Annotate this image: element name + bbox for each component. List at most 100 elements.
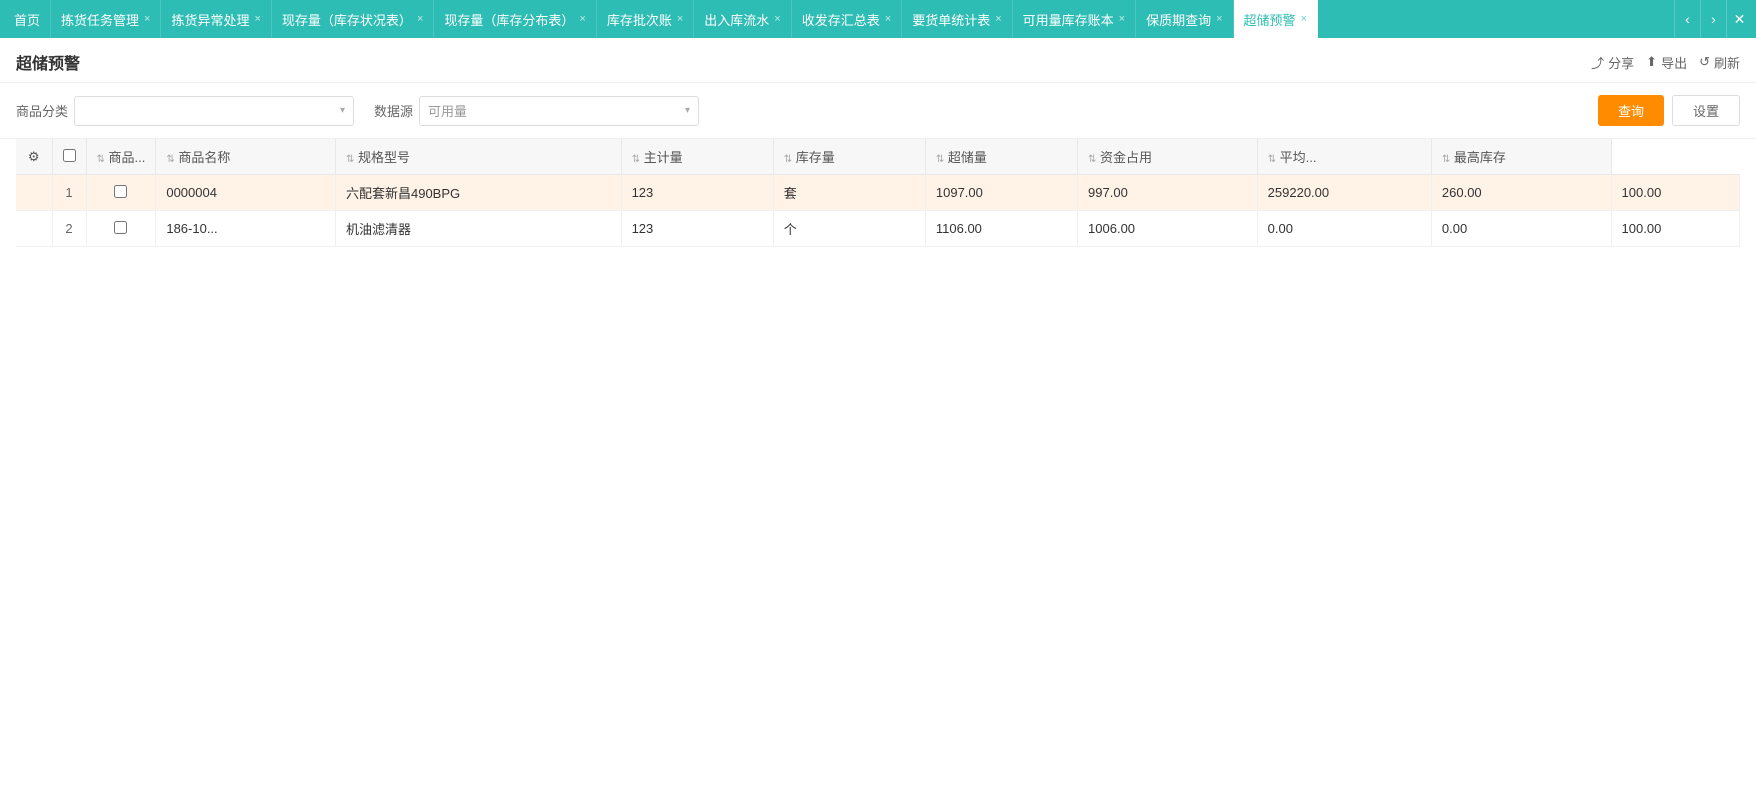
datasource-select[interactable]: 可用量 ▾ (419, 96, 699, 126)
sort-icon: ⇅ (632, 154, 640, 165)
topbar-arrows: ‹ › ✕ (1674, 0, 1752, 38)
datasource-dropdown-icon: ▾ (685, 105, 690, 116)
export-icon: ⬆ (1646, 54, 1657, 70)
row-unit: 个 (773, 211, 925, 247)
row-product-name: 六配套新昌490BPG (335, 175, 621, 211)
topbar-item-0[interactable]: 首页 (4, 0, 51, 38)
col-avg[interactable]: ⇅ 平均... (1257, 139, 1431, 175)
row-index: 2 (52, 211, 86, 247)
topbar-item-10[interactable]: 保质期查询× (1136, 0, 1233, 38)
data-table: ⚙ ⇅ 商品... ⇅ 商品名称 ⇅ 规格型号 (16, 139, 1740, 247)
topbar-item-9[interactable]: 可用量库存账本× (1013, 0, 1136, 38)
row-checkbox-cell[interactable] (86, 175, 156, 211)
table-row: 2 186-10... 机油滤清器 123 个 1106.00 1006.00 … (16, 211, 1740, 247)
filter-actions: 查询 设置 (1598, 95, 1740, 126)
tab-close-icon-2[interactable]: × (254, 13, 260, 25)
datasource-filter: 数据源 可用量 ▾ (374, 96, 699, 126)
category-filter: 商品分类 ▾ (16, 96, 354, 126)
tab-close-icon-8[interactable]: × (995, 13, 1001, 25)
col-over-stock[interactable]: ⇅ 超储量 (925, 139, 1077, 175)
topbar: 首页拣货任务管理×拣货异常处理×现存量（库存状况表）×现存量（库存分布表）×库存… (0, 0, 1756, 38)
tab-close-icon-10[interactable]: × (1216, 13, 1222, 25)
row-unit: 套 (773, 175, 925, 211)
refresh-button[interactable]: ↺ 刷新 (1699, 53, 1740, 72)
row-checkbox-1[interactable] (114, 221, 127, 234)
col-product-name[interactable]: ⇅ 商品名称 (156, 139, 336, 175)
nav-next-button[interactable]: › (1700, 0, 1726, 38)
topbar-item-4[interactable]: 现存量（库存分布表）× (434, 0, 596, 38)
col-max-stock[interactable]: ⇅ 最高库存 (1431, 139, 1611, 175)
row-capital: 0.00 (1257, 211, 1431, 247)
category-select[interactable]: ▾ (74, 96, 354, 126)
row-over-stock: 997.00 (1078, 175, 1258, 211)
col-product-code[interactable]: ⇅ 商品... (86, 139, 156, 175)
topbar-item-7[interactable]: 收发存汇总表× (792, 0, 902, 38)
row-capital: 259220.00 (1257, 175, 1431, 211)
topbar-item-11[interactable]: 超储预警× (1234, 0, 1318, 38)
sort-icon: ⇅ (784, 154, 792, 165)
topbar-item-5[interactable]: 库存批次账× (597, 0, 694, 38)
row-max-stock: 100.00 (1611, 175, 1739, 211)
page-actions: ⤴ 分享 ⬆ 导出 ↺ 刷新 (1591, 53, 1740, 72)
export-button[interactable]: ⬆ 导出 (1646, 53, 1687, 72)
row-stock: 1106.00 (925, 211, 1077, 247)
row-checkbox-0[interactable] (114, 185, 127, 198)
col-checkbox[interactable] (52, 139, 86, 175)
tab-close-icon-1[interactable]: × (144, 13, 150, 25)
table-wrapper: ⚙ ⇅ 商品... ⇅ 商品名称 ⇅ 规格型号 (0, 139, 1756, 247)
row-avg: 0.00 (1431, 211, 1611, 247)
query-button[interactable]: 查询 (1598, 95, 1664, 126)
share-label: 分享 (1608, 53, 1634, 72)
tab-close-icon-5[interactable]: × (677, 13, 683, 25)
row-product-code: 186-10... (156, 211, 336, 247)
tab-close-icon-7[interactable]: × (885, 13, 891, 25)
topbar-item-6[interactable]: 出入库流水× (694, 0, 791, 38)
tab-close-icon-4[interactable]: × (579, 13, 585, 25)
refresh-label: 刷新 (1714, 53, 1740, 72)
nav-prev-button[interactable]: ‹ (1674, 0, 1700, 38)
col-gear[interactable]: ⚙ (16, 139, 52, 175)
tab-close-icon-6[interactable]: × (774, 13, 780, 25)
col-unit[interactable]: ⇅ 主计量 (621, 139, 773, 175)
nav-close-button[interactable]: ✕ (1726, 0, 1752, 38)
row-product-code: 0000004 (156, 175, 336, 211)
row-max-stock: 100.00 (1611, 211, 1739, 247)
page-content: 超储预警 ⤴ 分享 ⬆ 导出 ↺ 刷新 商品分类 ▾ 数据源 (0, 38, 1756, 800)
tab-close-icon-9[interactable]: × (1119, 13, 1125, 25)
page-header: 超储预警 ⤴ 分享 ⬆ 导出 ↺ 刷新 (0, 38, 1756, 83)
filter-row: 商品分类 ▾ 数据源 可用量 ▾ 查询 设置 (0, 83, 1756, 139)
category-label: 商品分类 (16, 101, 68, 120)
page-title: 超储预警 (16, 50, 80, 74)
table-header-row: ⚙ ⇅ 商品... ⇅ 商品名称 ⇅ 规格型号 (16, 139, 1740, 175)
sort-icon: ⇅ (1442, 154, 1450, 165)
col-stock[interactable]: ⇅ 库存量 (773, 139, 925, 175)
col-capital[interactable]: ⇅ 资金占用 (1078, 139, 1258, 175)
export-label: 导出 (1661, 53, 1687, 72)
topbar-item-3[interactable]: 现存量（库存状况表）× (272, 0, 434, 38)
topbar-item-8[interactable]: 要货单统计表× (902, 0, 1012, 38)
col-spec[interactable]: ⇅ 规格型号 (335, 139, 621, 175)
topbar-item-2[interactable]: 拣货异常处理× (161, 0, 271, 38)
sort-icon: ⇅ (97, 154, 105, 165)
topbar-item-1[interactable]: 拣货任务管理× (51, 0, 161, 38)
tab-close-icon-3[interactable]: × (417, 13, 423, 25)
sort-icon: ⇅ (1088, 154, 1096, 165)
row-over-stock: 1006.00 (1078, 211, 1258, 247)
select-all-checkbox[interactable] (63, 149, 76, 162)
share-icon: ⤴ (1591, 53, 1604, 72)
tab-close-icon-11[interactable]: × (1301, 13, 1307, 25)
category-dropdown-icon: ▾ (340, 105, 345, 116)
row-checkbox-cell[interactable] (86, 211, 156, 247)
sort-icon: ⇅ (166, 154, 174, 165)
row-spec: 123 (621, 211, 773, 247)
row-gear-cell[interactable] (16, 175, 52, 211)
share-button[interactable]: ⤴ 分享 (1591, 53, 1634, 72)
row-spec: 123 (621, 175, 773, 211)
row-gear-cell[interactable] (16, 211, 52, 247)
sort-icon: ⇅ (936, 154, 944, 165)
settings-button[interactable]: 设置 (1672, 95, 1740, 126)
row-product-name: 机油滤清器 (335, 211, 621, 247)
sort-icon: ⇅ (1268, 154, 1276, 165)
table-row: 1 0000004 六配套新昌490BPG 123 套 1097.00 997.… (16, 175, 1740, 211)
datasource-value: 可用量 (428, 101, 467, 120)
